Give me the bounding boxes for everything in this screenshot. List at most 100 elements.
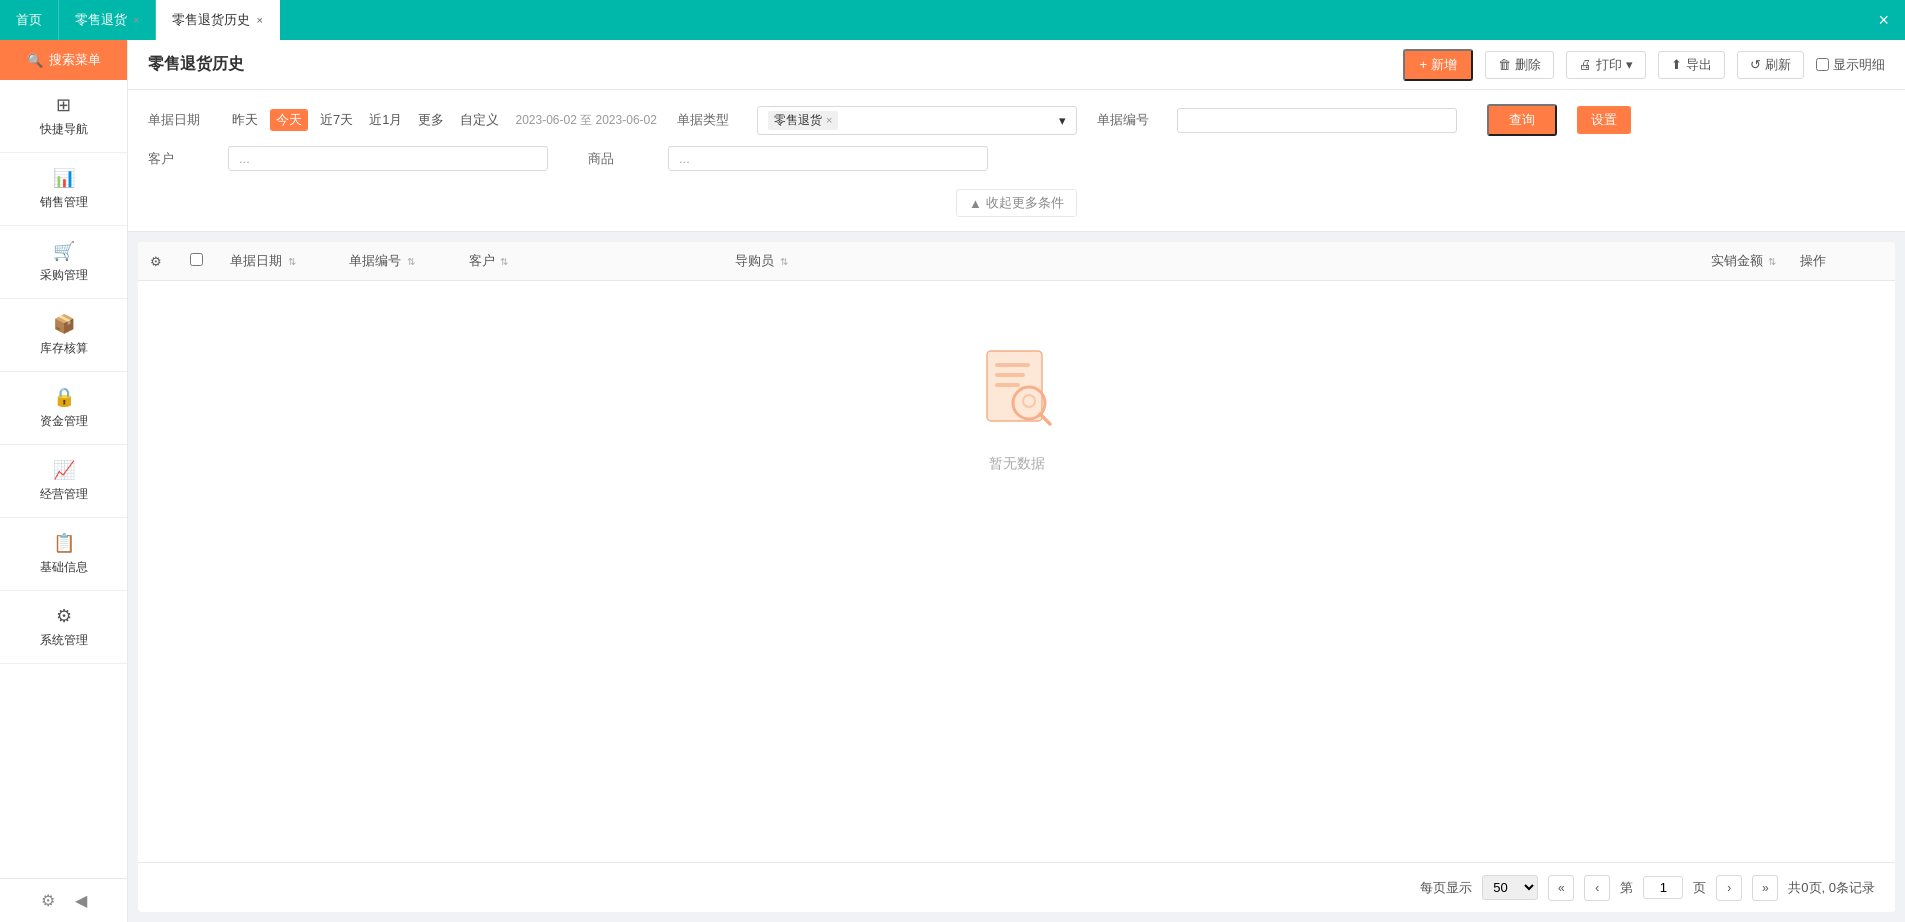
date-sort-icon[interactable]: ⇅ <box>288 256 296 267</box>
prev-page-icon: ‹ <box>1595 881 1599 895</box>
system-icon: ⚙ <box>53 605 75 627</box>
finance-icon: 🔒 <box>53 386 75 408</box>
print-button[interactable]: 🖨 打印 ▾ <box>1566 51 1646 79</box>
sidebar-item-operations[interactable]: 📈 经营管理 <box>0 445 127 518</box>
new-button[interactable]: + 新增 <box>1403 49 1473 81</box>
th-customer-label: 客户 <box>469 253 495 268</box>
export-label: 导出 <box>1686 56 1712 74</box>
voucher-type-tag-remove[interactable]: × <box>826 114 832 126</box>
settings-filter-button[interactable]: 设置 <box>1577 106 1631 134</box>
guide-sort-icon[interactable]: ⇅ <box>780 256 788 267</box>
sidebar-menu: ⊞ 快捷导航 📊 销售管理 🛒 采购管理 📦 库存核算 🔒 资金管理 📈 <box>0 80 127 878</box>
tab-retail-return-history-close[interactable]: × <box>256 14 262 26</box>
tab-retail-return[interactable]: 零售退货 × <box>59 0 156 40</box>
date-opt-7days[interactable]: 近7天 <box>316 109 357 131</box>
main-table: ⚙ 单据日期 ⇅ 单据编号 ⇅ <box>138 242 1895 281</box>
filter-row-1: 单据日期 昨天 今天 近7天 近1月 更多 自定义 2023-06-02 至 2… <box>148 104 1885 136</box>
customer-select[interactable]: ... <box>228 146 548 171</box>
filter-row-2: 客户 ... 商品 ... <box>148 146 1885 171</box>
date-filter-label: 单据日期 <box>148 111 208 129</box>
amount-sort-icon[interactable]: ⇅ <box>1768 256 1776 267</box>
sidebar-item-base-info[interactable]: 📋 基础信息 <box>0 518 127 591</box>
jump-label: 第 <box>1620 879 1633 897</box>
page-title: 零售退货历史 <box>148 54 244 75</box>
new-label: 新增 <box>1431 56 1457 74</box>
table-header-row: ⚙ 单据日期 ⇅ 单据编号 ⇅ <box>138 242 1895 281</box>
pagination-next-button[interactable]: › <box>1716 875 1742 901</box>
date-opt-1month[interactable]: 近1月 <box>365 109 406 131</box>
sidebar: 🔍 搜索菜单 ⊞ 快捷导航 📊 销售管理 🛒 采购管理 📦 库存核算 🔒 <box>0 40 128 922</box>
empty-state: 暂无数据 <box>138 281 1895 533</box>
tab-retail-return-close[interactable]: × <box>133 14 139 26</box>
no-sort-icon[interactable]: ⇅ <box>407 256 415 267</box>
date-opt-yesterday[interactable]: 昨天 <box>228 109 262 131</box>
delete-button[interactable]: 🗑 删除 <box>1485 51 1554 79</box>
query-button[interactable]: 查询 <box>1487 104 1557 136</box>
select-all-checkbox[interactable] <box>190 253 203 266</box>
voucher-type-tag: 零售退货 × <box>768 111 838 130</box>
display-detail-toggle[interactable]: 显示明细 <box>1816 56 1885 74</box>
tab-retail-return-history[interactable]: 零售退货历史 × <box>156 0 279 40</box>
pagination-first-button[interactable]: « <box>1548 875 1574 901</box>
voucher-type-select[interactable]: 零售退货 × ▾ <box>757 106 1077 135</box>
th-actions-label: 操作 <box>1800 253 1826 268</box>
sidebar-item-quick-nav-label: 快捷导航 <box>40 121 88 138</box>
goods-filter-label: 商品 <box>588 150 648 168</box>
collapse-sidebar-icon[interactable]: ◀ <box>75 891 87 910</box>
per-page-select[interactable]: 50 10 20 100 <box>1482 875 1538 900</box>
voucher-no-label: 单据编号 <box>1097 111 1157 129</box>
sidebar-item-inventory[interactable]: 📦 库存核算 <box>0 299 127 372</box>
pagination-last-button[interactable]: » <box>1752 875 1778 901</box>
tab-home[interactable]: 首页 <box>0 0 59 40</box>
date-options: 昨天 今天 近7天 近1月 更多 自定义 2023-06-02 至 2023-0… <box>228 109 657 131</box>
th-checkbox[interactable] <box>178 242 218 281</box>
svg-rect-3 <box>995 383 1020 387</box>
content-area: 零售退货历史 + 新增 🗑 删除 🖨 打印 ▾ ⬆ 导出 <box>128 40 1905 922</box>
voucher-type-tag-label: 零售退货 <box>774 112 822 129</box>
customer-filter-label: 客户 <box>148 150 208 168</box>
sidebar-item-system-mgmt[interactable]: ⚙ 系统管理 <box>0 591 127 664</box>
export-icon: ⬆ <box>1671 57 1682 72</box>
total-pages-label: 共0页, 0条记录 <box>1788 879 1875 897</box>
display-detail-checkbox[interactable] <box>1816 58 1829 71</box>
empty-text: 暂无数据 <box>989 455 1045 473</box>
tab-list: 首页 零售退货 × 零售退货历史 × <box>0 0 1862 40</box>
sidebar-item-operations-label: 经营管理 <box>40 486 88 503</box>
base-info-icon: 📋 <box>53 532 75 554</box>
settings-bottom-icon[interactable]: ⚙ <box>41 891 55 910</box>
sidebar-bottom: ⚙ ◀ <box>0 878 127 922</box>
sidebar-search-label: 搜索菜单 <box>49 51 101 69</box>
purchase-icon: 🛒 <box>53 240 75 262</box>
sidebar-search[interactable]: 🔍 搜索菜单 <box>0 40 127 80</box>
pagination-prev-button[interactable]: ‹ <box>1584 875 1610 901</box>
next-page-icon: › <box>1727 881 1731 895</box>
query-label: 查询 <box>1509 111 1535 129</box>
sidebar-item-system-label: 系统管理 <box>40 632 88 649</box>
sidebar-item-finance[interactable]: 🔒 资金管理 <box>0 372 127 445</box>
main-layout: 🔍 搜索菜单 ⊞ 快捷导航 📊 销售管理 🛒 采购管理 📦 库存核算 🔒 <box>0 40 1905 922</box>
delete-icon: 🗑 <box>1498 57 1511 72</box>
quick-nav-icon: ⊞ <box>53 94 75 116</box>
sidebar-item-sales-mgmt[interactable]: 📊 销售管理 <box>0 153 127 226</box>
export-button[interactable]: ⬆ 导出 <box>1658 51 1725 79</box>
date-opt-today[interactable]: 今天 <box>270 109 308 131</box>
goods-select[interactable]: ... <box>668 146 988 171</box>
table-settings-icon[interactable]: ⚙ <box>150 254 162 269</box>
th-date: 单据日期 ⇅ <box>218 242 337 281</box>
th-settings[interactable]: ⚙ <box>138 242 178 281</box>
page-number-input[interactable] <box>1643 876 1683 899</box>
collapse-icon: ▲ <box>969 196 982 211</box>
per-page-label: 每页显示 <box>1420 879 1472 897</box>
sidebar-item-purchase-mgmt[interactable]: 🛒 采购管理 <box>0 226 127 299</box>
window-close-button[interactable]: × <box>1862 10 1905 31</box>
date-opt-custom[interactable]: 自定义 <box>456 109 503 131</box>
sidebar-item-quick-nav[interactable]: ⊞ 快捷导航 <box>0 80 127 153</box>
refresh-button[interactable]: ↺ 刷新 <box>1737 51 1804 79</box>
customer-sort-icon[interactable]: ⇅ <box>500 256 508 267</box>
collapse-filter-button[interactable]: ▲ 收起更多条件 <box>956 189 1077 217</box>
goods-ellipsis: ... <box>679 151 690 166</box>
voucher-no-input[interactable] <box>1177 108 1457 133</box>
collapse-label: 收起更多条件 <box>986 194 1064 212</box>
date-opt-more[interactable]: 更多 <box>414 109 448 131</box>
svg-rect-2 <box>995 373 1025 377</box>
